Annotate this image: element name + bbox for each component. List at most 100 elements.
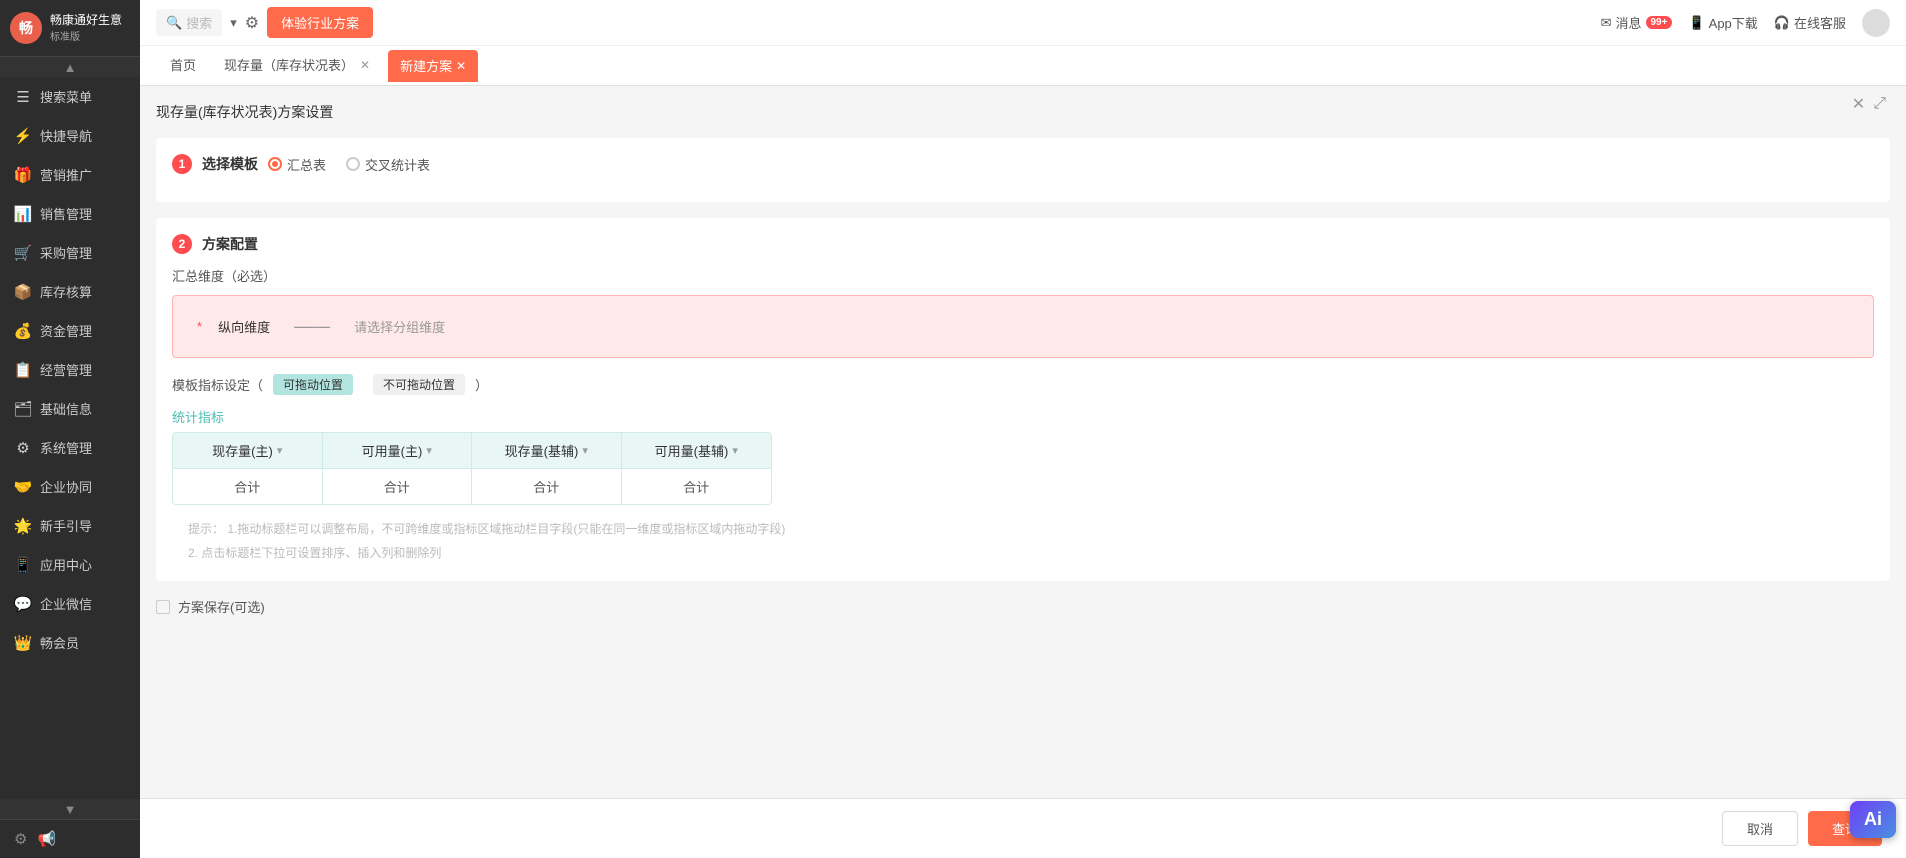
page-title: 现存量(库存状况表)方案设置 xyxy=(156,102,1890,122)
dimension-label: 汇总维度（必选） xyxy=(172,266,1874,285)
sidebar-bottom: ⚙ 📢 xyxy=(0,819,140,858)
sidebar-item-finance[interactable]: 💰 资金管理 xyxy=(0,311,140,350)
dimension-placeholder: 请选择分组维度 xyxy=(354,317,445,336)
wechat-icon: 💬 xyxy=(14,595,32,613)
col-header-2[interactable]: 现存量(基辅) ▾ xyxy=(472,433,622,468)
sidebar-item-operations[interactable]: 📋 经营管理 xyxy=(0,350,140,389)
step2-header: 2 方案配置 xyxy=(172,234,1874,254)
panel-close-button[interactable]: ✕ xyxy=(1852,94,1865,114)
step2-section: 2 方案配置 汇总维度（必选） * 纵向维度 —— 请选择分组维度 模板指标设定… xyxy=(156,218,1890,581)
sidebar-item-cooperation[interactable]: 🤝 企业协同 xyxy=(0,467,140,506)
col-header-label-3: 可用量(基辅) xyxy=(655,441,729,460)
tips-area: 提示： 1.拖动标题栏可以调整布局，不可跨维度或指标区域拖动栏目字段(只能在同一… xyxy=(172,517,1874,565)
tab-home-label: 首页 xyxy=(170,55,196,74)
tag-fixed: 不可拖动位置 xyxy=(373,374,465,395)
operations-icon: 📋 xyxy=(14,361,32,379)
cooperation-icon: 🤝 xyxy=(14,478,32,496)
sidebar-item-newbie[interactable]: 🌟 新手引导 xyxy=(0,506,140,545)
cta-button[interactable]: 体验行业方案 xyxy=(267,7,373,38)
sidebar-item-wechat[interactable]: 💬 企业微信 xyxy=(0,584,140,623)
topbar: 🔍 搜索 ▾ ⚙ 体验行业方案 ✉ 消息 99+ 📱 App下载 🎧 在线客服 xyxy=(140,0,1906,46)
app-download-button[interactable]: 📱 App下载 xyxy=(1688,13,1757,32)
sidebar-item-shortcuts[interactable]: ⚡ 快捷导航 xyxy=(0,116,140,155)
col-header-label-0: 现存量(主) xyxy=(212,441,273,460)
step1-header: 1 选择模板 汇总表 交叉统计表 xyxy=(172,154,1874,174)
radio-summary[interactable]: 汇总表 xyxy=(268,155,326,174)
sidebar-item-sales[interactable]: 📊 销售管理 xyxy=(0,194,140,233)
step2-badge: 2 xyxy=(172,234,192,254)
tab-home[interactable]: 首页 xyxy=(156,46,210,86)
online-service-button[interactable]: 🎧 在线客服 xyxy=(1774,13,1846,32)
radio-summary-circle xyxy=(268,157,282,171)
sidebar-item-label: 新手引导 xyxy=(40,516,92,535)
member-icon: 👑 xyxy=(14,634,32,652)
finance-icon: 💰 xyxy=(14,322,32,340)
sidebar-item-search[interactable]: ☰ 搜索菜单 xyxy=(0,77,140,116)
settings-bottom-icon[interactable]: ⚙ xyxy=(14,830,27,848)
message-icon: ✉ xyxy=(1601,15,1612,31)
save-checkbox[interactable] xyxy=(156,600,170,614)
sidebar-nav: ☰ 搜索菜单 ⚡ 快捷导航 🎁 营销推广 📊 销售管理 🛒 采购管理 📦 库存核… xyxy=(0,77,140,799)
sidebar-item-member[interactable]: 👑 畅会员 xyxy=(0,623,140,662)
sidebar-item-label: 资金管理 xyxy=(40,321,92,340)
messages-button[interactable]: ✉ 消息 99+ xyxy=(1601,13,1673,32)
service-icon: 🎧 xyxy=(1774,15,1790,31)
chevron-0: ▾ xyxy=(277,444,283,457)
radio-cross[interactable]: 交叉统计表 xyxy=(346,155,430,174)
sales-icon: 📊 xyxy=(14,205,32,223)
tab-inventory-close[interactable]: ✕ xyxy=(360,58,370,72)
footer: 取消 查询 xyxy=(140,798,1906,858)
app-icon: 📱 xyxy=(1688,15,1704,31)
dimension-area[interactable]: * 纵向维度 —— 请选择分组维度 xyxy=(172,295,1874,358)
chevron-1: ▾ xyxy=(426,444,432,457)
message-badge: 99+ xyxy=(1646,16,1673,29)
sidebar-item-system[interactable]: ⚙ 系统管理 xyxy=(0,428,140,467)
sidebar-scroll-up[interactable]: ▲ xyxy=(0,57,140,77)
chevron-2: ▾ xyxy=(582,444,588,457)
topbar-dropdown[interactable]: ▾ xyxy=(230,15,237,31)
app-version: 标准版 xyxy=(50,28,122,43)
sidebar-item-purchase[interactable]: 🛒 采购管理 xyxy=(0,233,140,272)
sidebar-item-appstore[interactable]: 📱 应用中心 xyxy=(0,545,140,584)
ai-fab-button[interactable]: Ai xyxy=(1850,801,1896,838)
radio-cross-circle xyxy=(346,157,360,171)
tab-new-close[interactable]: ✕ xyxy=(456,59,466,73)
search-placeholder: 搜索 xyxy=(186,13,212,32)
panel-expand-button[interactable]: ⤢ xyxy=(1873,95,1886,113)
newbie-icon: 🌟 xyxy=(14,517,32,535)
tab-inventory-status[interactable]: 现存量（库存状况表） ✕ xyxy=(210,46,384,86)
col-body-3: 合计 xyxy=(622,468,772,504)
tip-line2: 2. 点击标题栏下拉可设置排序、插入列和删除列 xyxy=(172,541,1874,565)
dimension-row: * 纵向维度 —— 请选择分组维度 xyxy=(197,316,1849,337)
inventory-icon: 📦 xyxy=(14,283,32,301)
tip-line1: 提示： 1.拖动标题栏可以调整布局，不可跨维度或指标区域拖动栏目字段(只能在同一… xyxy=(172,517,1874,541)
col-header-1[interactable]: 可用量(主) ▾ xyxy=(323,433,473,468)
search-bar[interactable]: 🔍 搜索 xyxy=(156,9,222,36)
indicator-settings-row: 模板指标设定（ 可拖动位置 不可拖动位置 ） xyxy=(172,374,1874,395)
purchase-icon: 🛒 xyxy=(14,244,32,262)
template-radio-group: 汇总表 交叉统计表 xyxy=(268,155,430,174)
col-header-label-2: 现存量(基辅) xyxy=(505,441,579,460)
sidebar-item-label: 企业微信 xyxy=(40,594,92,613)
topbar-settings-icon[interactable]: ⚙ xyxy=(245,13,259,33)
sidebar-item-marketing[interactable]: 🎁 营销推广 xyxy=(0,155,140,194)
speaker-icon[interactable]: 📢 xyxy=(37,830,56,848)
chevron-3: ▾ xyxy=(732,444,738,457)
tab-new-label: 新建方案 xyxy=(400,56,452,75)
sidebar-item-label: 基础信息 xyxy=(40,399,92,418)
app-download-label: App下载 xyxy=(1709,13,1758,32)
cancel-button[interactable]: 取消 xyxy=(1722,811,1798,846)
topbar-right: ✉ 消息 99+ 📱 App下载 🎧 在线客服 xyxy=(1601,9,1890,37)
sidebar-item-label: 销售管理 xyxy=(40,204,92,223)
step1-section: 1 选择模板 汇总表 交叉统计表 xyxy=(156,138,1890,202)
col-header-3[interactable]: 可用量(基辅) ▾ xyxy=(622,433,772,468)
col-header-0[interactable]: 现存量(主) ▾ xyxy=(173,433,323,468)
user-avatar[interactable] xyxy=(1862,9,1890,37)
sidebar-logo: 畅 畅康通好生意 标准版 xyxy=(0,0,140,57)
tab-new-plan[interactable]: 新建方案 ✕ xyxy=(388,50,478,82)
stats-table-body: 合计 合计 合计 合计 xyxy=(173,468,771,504)
required-mark: * xyxy=(197,319,202,334)
sidebar-item-basic[interactable]: 🗂 基础信息 xyxy=(0,389,140,428)
sidebar-item-inventory[interactable]: 📦 库存核算 xyxy=(0,272,140,311)
sidebar-scroll-down[interactable]: ▼ xyxy=(0,799,140,819)
